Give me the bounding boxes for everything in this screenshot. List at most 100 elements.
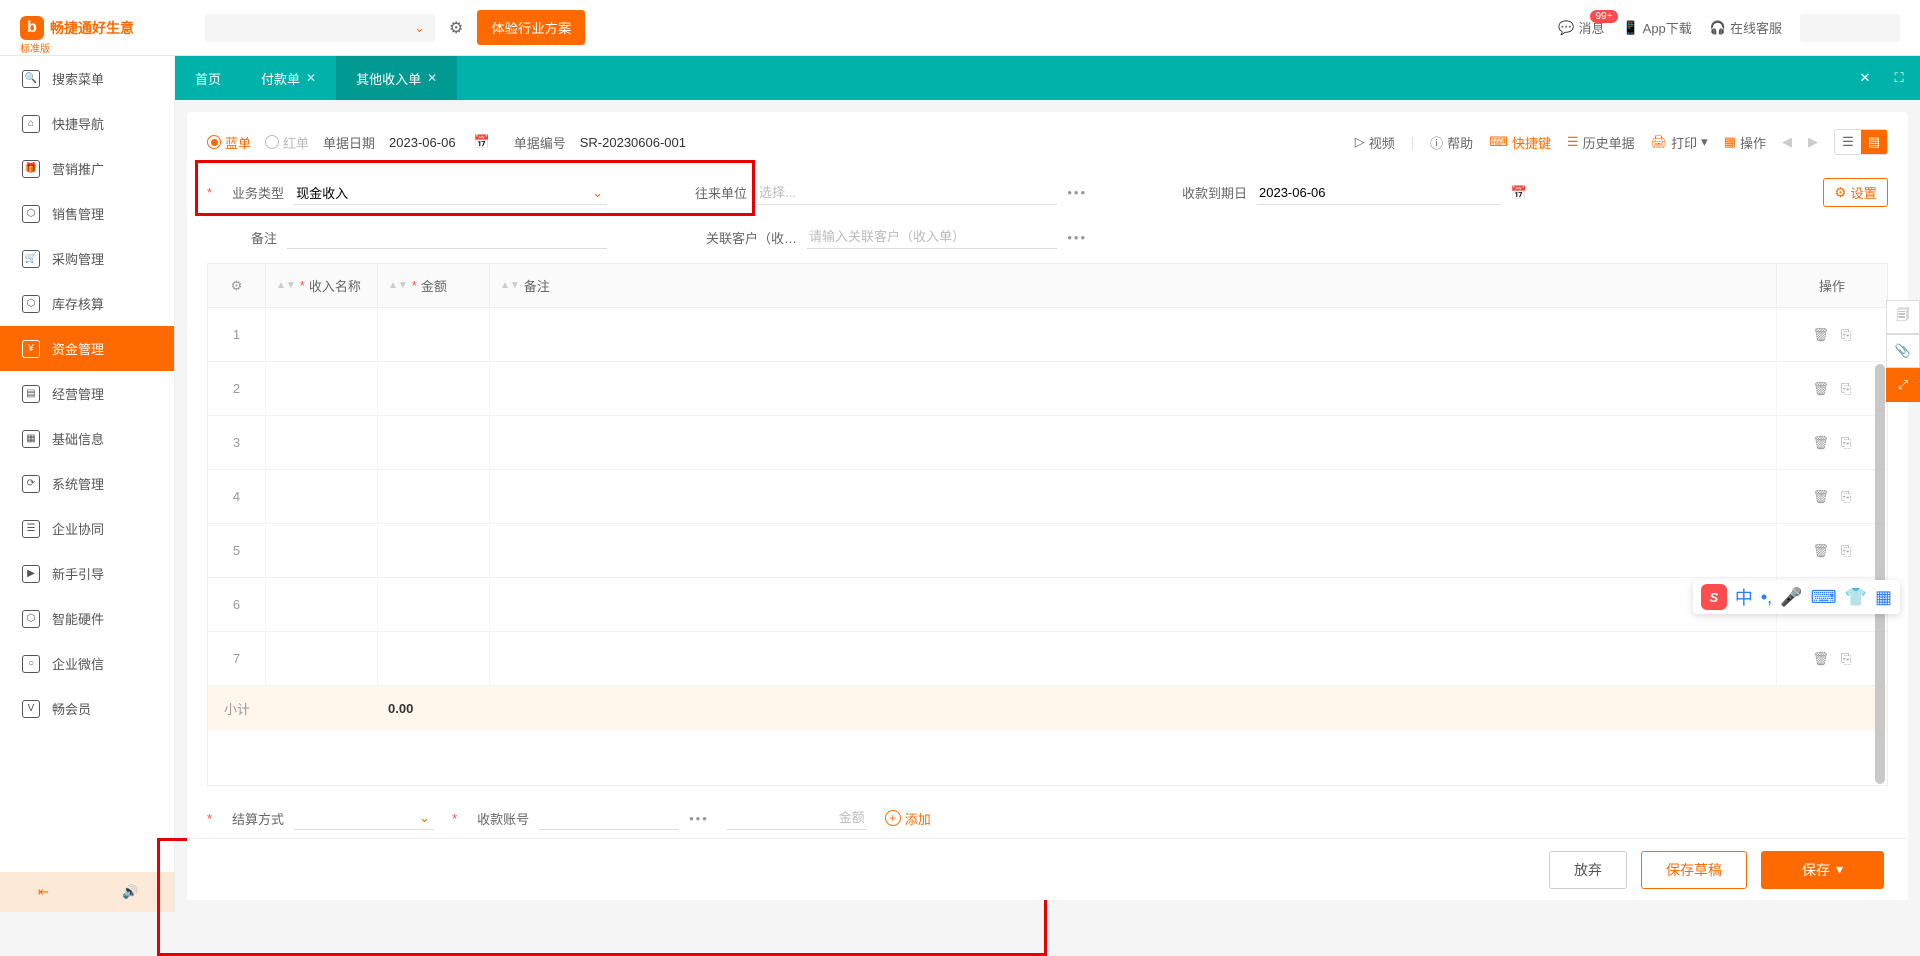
radio-red[interactable]: 红单 [265, 133, 309, 152]
settle-method-input[interactable] [294, 806, 434, 830]
sidebar-sound-button[interactable]: 🔊 [87, 872, 174, 912]
radio-blue[interactable]: 蓝单 [207, 133, 251, 152]
messages-button[interactable]: 💬 消息 99+ [1558, 18, 1604, 37]
cell-income[interactable] [266, 524, 378, 577]
video-button[interactable]: ▷视频 [1355, 133, 1395, 152]
table-row[interactable]: 4🗑⎘ [208, 470, 1887, 524]
ime-toolbar[interactable]: S 中 •, 🎤 ⌨ 👕 ▦ [1693, 580, 1900, 614]
tab-fullscreen-button[interactable]: ⛶ [1884, 63, 1914, 93]
sidebar-item-3[interactable]: ⬡销售管理 [0, 191, 174, 236]
customer-service-button[interactable]: 🎧 在线客服 [1710, 18, 1782, 37]
col-config-button[interactable]: ⚙ [208, 264, 266, 307]
remark-input[interactable] [287, 225, 607, 249]
ime-lang[interactable]: 中 [1735, 584, 1753, 610]
calendar-icon[interactable]: 📅 [474, 134, 490, 150]
close-icon[interactable]: ✕ [427, 71, 437, 85]
user-menu[interactable] [1800, 14, 1900, 42]
cell-amount[interactable] [378, 632, 490, 685]
sidebar-item-12[interactable]: ⬡智能硬件 [0, 596, 174, 641]
delete-icon[interactable]: 🗑 [1813, 381, 1830, 397]
account-input[interactable] [539, 806, 679, 830]
ime-skin-icon[interactable]: 👕 [1845, 587, 1867, 608]
next-button[interactable]: ▶ [1808, 134, 1818, 150]
scrollbar-thumb[interactable] [1875, 364, 1885, 784]
shortcut-button[interactable]: ⌨快捷键 [1489, 133, 1551, 152]
prev-button[interactable]: ◀ [1782, 134, 1792, 150]
ime-keyboard-icon[interactable]: ⌨ [1811, 587, 1837, 608]
sidebar-item-10[interactable]: ☰企业协同 [0, 506, 174, 551]
sidebar-item-2[interactable]: 🎁营销推广 [0, 146, 174, 191]
sidebar-item-0[interactable]: 🔍搜索菜单 [0, 56, 174, 101]
delete-icon[interactable]: 🗑 [1813, 651, 1830, 667]
cell-amount[interactable] [378, 308, 490, 361]
view-list-button[interactable]: ☰ [1835, 130, 1861, 154]
rel-customer-input[interactable] [807, 225, 1057, 249]
company-selector[interactable]: ⌄ [205, 14, 435, 42]
ime-punct-icon[interactable]: •, [1761, 587, 1772, 608]
sidebar-item-8[interactable]: ▦基础信息 [0, 416, 174, 461]
settings-button[interactable]: ⚙设置 [1823, 178, 1888, 207]
calendar-icon[interactable]: 📅 [1511, 185, 1527, 201]
cell-amount[interactable] [378, 416, 490, 469]
sidebar-item-1[interactable]: ⌂快捷导航 [0, 101, 174, 146]
col-income-name[interactable]: ▲▼*收入名称 [266, 264, 378, 307]
copy-icon[interactable]: ⎘ [1841, 543, 1851, 559]
try-industry-button[interactable]: 体验行业方案 [477, 10, 585, 45]
sidebar-item-4[interactable]: 🛒采购管理 [0, 236, 174, 281]
cell-income[interactable] [266, 632, 378, 685]
doc-date-value[interactable]: 2023-06-06 [389, 135, 456, 150]
table-row[interactable]: 2🗑⎘ [208, 362, 1887, 416]
cell-remark[interactable] [490, 470, 1777, 523]
delete-icon[interactable]: 🗑 [1813, 435, 1830, 451]
sidebar-item-13[interactable]: ○企业微信 [0, 641, 174, 686]
table-row[interactable]: 7🗑⎘ [208, 632, 1887, 686]
rail-note-button[interactable]: 🗐 [1886, 300, 1920, 334]
discard-button[interactable]: 放弃 [1549, 851, 1627, 889]
cell-remark[interactable] [490, 578, 1777, 631]
cell-remark[interactable] [490, 308, 1777, 361]
cell-amount[interactable] [378, 362, 490, 415]
save-draft-button[interactable]: 保存草稿 [1641, 851, 1747, 889]
add-settlement-button[interactable]: +添加 [885, 809, 931, 828]
partner-input[interactable] [757, 181, 1057, 205]
cell-amount[interactable] [378, 470, 490, 523]
tab-1[interactable]: 付款单✕ [241, 56, 336, 100]
col-amount[interactable]: ▲▼*金额 [378, 264, 490, 307]
copy-icon[interactable]: ⎘ [1841, 327, 1851, 343]
account-more-button[interactable]: ••• [689, 811, 709, 826]
table-row[interactable]: 6🗑⎘ [208, 578, 1887, 632]
close-icon[interactable]: ✕ [306, 71, 316, 85]
settle-amount-input[interactable] [727, 806, 867, 830]
delete-icon[interactable]: 🗑 [1813, 327, 1830, 343]
ops-button[interactable]: ▦操作 [1724, 133, 1766, 152]
history-button[interactable]: ☰历史单据 [1567, 133, 1635, 152]
col-remark[interactable]: ▲▼备注 [490, 264, 1777, 307]
cell-amount[interactable] [378, 578, 490, 631]
sidebar-item-6[interactable]: ¥资金管理 [0, 326, 174, 371]
copy-icon[interactable]: ⎘ [1841, 651, 1851, 667]
sidebar-item-11[interactable]: ▶新手引导 [0, 551, 174, 596]
app-download-button[interactable]: 📱 App下载 [1622, 18, 1691, 37]
table-row[interactable]: 3🗑⎘ [208, 416, 1887, 470]
cell-remark[interactable] [490, 632, 1777, 685]
gear-icon[interactable]: ⚙ [449, 18, 463, 38]
help-button[interactable]: ⓘ帮助 [1430, 133, 1473, 152]
cell-income[interactable] [266, 470, 378, 523]
rel-more-button[interactable]: ••• [1067, 230, 1087, 245]
chevron-down-icon[interactable]: ⌄ [592, 185, 603, 201]
cell-income[interactable] [266, 362, 378, 415]
cell-remark[interactable] [490, 362, 1777, 415]
save-button[interactable]: 保存▾ [1761, 851, 1884, 889]
copy-icon[interactable]: ⎘ [1841, 435, 1851, 451]
tab-0[interactable]: 首页 [175, 56, 241, 100]
biz-type-input[interactable] [294, 181, 607, 205]
ime-mic-icon[interactable]: 🎤 [1780, 587, 1802, 608]
cell-remark[interactable] [490, 524, 1777, 577]
due-date-input[interactable] [1257, 181, 1501, 205]
cell-income[interactable] [266, 578, 378, 631]
table-row[interactable]: 5🗑⎘ [208, 524, 1887, 578]
cell-income[interactable] [266, 416, 378, 469]
copy-icon[interactable]: ⎘ [1841, 489, 1851, 505]
sidebar-collapse-button[interactable]: ⇤ [0, 872, 87, 912]
tab-2[interactable]: 其他收入单✕ [336, 56, 457, 100]
